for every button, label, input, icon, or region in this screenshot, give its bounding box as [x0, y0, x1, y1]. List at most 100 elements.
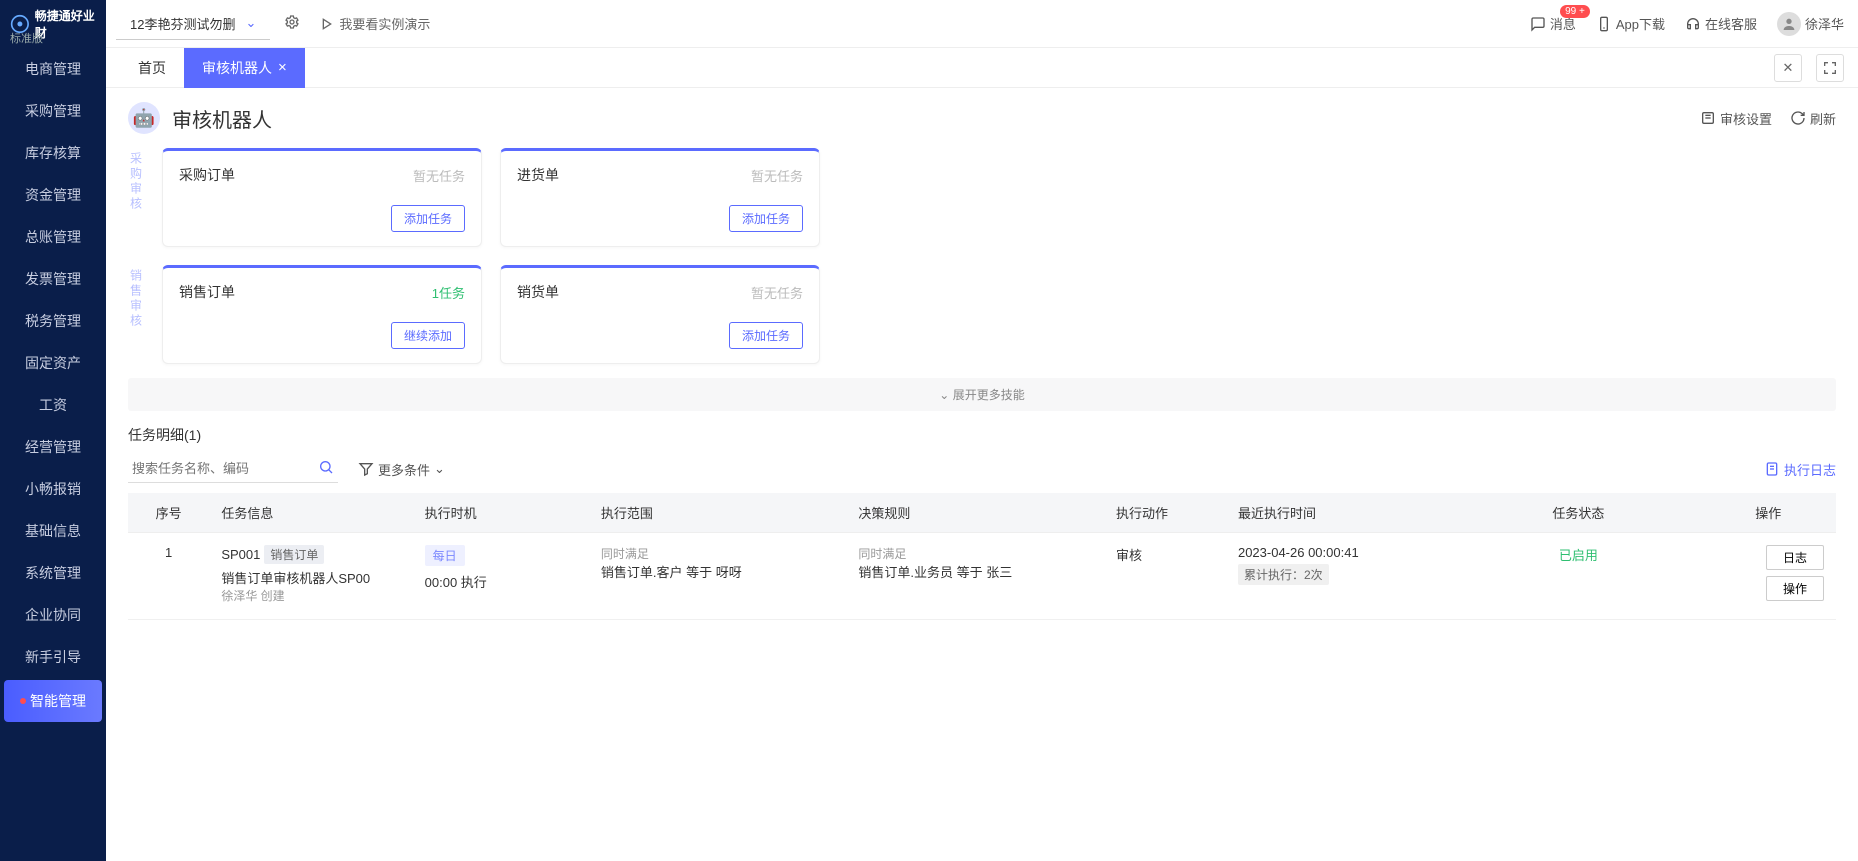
user-name: 徐泽华 [1805, 14, 1844, 33]
refresh-button[interactable]: 刷新 [1790, 109, 1836, 128]
cell-info: SP001销售订单 销售订单审核机器人SP00 徐泽华 创建 [209, 533, 412, 620]
cell-last: 2023-04-26 00:00:41 累计执行：2次 [1226, 533, 1456, 620]
sidebar-item-label: 新手引导 [25, 647, 81, 667]
sidebar-item-system[interactable]: 系统管理 [0, 552, 106, 594]
add-task-button[interactable]: 添加任务 [391, 205, 465, 232]
phone-icon [1596, 16, 1612, 32]
page-title: 审核机器人 [172, 104, 272, 133]
online-support-label: 在线客服 [1705, 14, 1757, 33]
brand-logo: 畅捷通好业财 标准版 [0, 0, 106, 48]
more-filter-label: 更多条件 [378, 460, 430, 479]
card-sales-order: 销售订单 1任务 继续添加 [162, 265, 482, 364]
chevron-down-icon: ⌄ [245, 15, 256, 31]
sidebar-item-tax[interactable]: 税务管理 [0, 300, 106, 342]
messages-badge: 99 + [1560, 5, 1590, 18]
sidebar-item-label: 总账管理 [25, 227, 81, 247]
sidebar-item-ledger[interactable]: 总账管理 [0, 216, 106, 258]
sidebar-item-expense[interactable]: 小畅报销 [0, 468, 106, 510]
sidebar-item-salary[interactable]: 工资 [0, 384, 106, 426]
sidebar-item-label: 税务管理 [25, 311, 81, 331]
scope-rule: 销售订单.客户 等于 呀呀 [601, 562, 835, 581]
app-download-button[interactable]: App下载 [1596, 14, 1665, 33]
sidebar-item-operation[interactable]: 经营管理 [0, 426, 106, 468]
sidebar-item-ai[interactable]: 智能管理 [4, 680, 102, 722]
audit-settings-button[interactable]: 审核设置 [1700, 109, 1772, 128]
search-input[interactable] [128, 455, 338, 483]
brand-edition: 标准版 [10, 30, 43, 46]
close-icon[interactable]: × [278, 59, 287, 76]
robot-icon: 🤖 [128, 102, 160, 134]
user-menu[interactable]: 徐泽华 [1777, 12, 1844, 36]
sidebar-item-invoice[interactable]: 发票管理 [0, 258, 106, 300]
search-icon[interactable] [318, 459, 334, 478]
tab-home[interactable]: 首页 [120, 48, 184, 88]
sidebar-item-label: 基础信息 [25, 521, 81, 541]
gear-icon[interactable] [284, 14, 300, 33]
add-task-button[interactable]: 添加任务 [729, 205, 803, 232]
operate-button[interactable]: 操作 [1766, 576, 1824, 601]
expand-skills-button[interactable]: ⌄ 展开更多技能 [128, 378, 1836, 411]
sidebar: 电商管理 采购管理 库存核算 资金管理 总账管理 发票管理 税务管理 固定资产 … [0, 48, 106, 861]
exec-log-button[interactable]: 执行日志 [1764, 460, 1836, 479]
card-title: 采购订单 [179, 165, 235, 185]
cell-status: 已启用 [1456, 533, 1700, 620]
more-filter-button[interactable]: 更多条件 ⌄ [358, 460, 445, 479]
refresh-label: 刷新 [1810, 109, 1836, 128]
sidebar-item-guide[interactable]: 新手引导 [0, 636, 106, 678]
page-header: 🤖 审核机器人 审核设置 刷新 [106, 88, 1858, 148]
sidebar-item-label: 资金管理 [25, 185, 81, 205]
table-row: 1 SP001销售订单 销售订单审核机器人SP00 徐泽华 创建 每日 00:0… [128, 533, 1836, 620]
demo-label: 我要看实例演示 [339, 14, 430, 33]
page-actions: 审核设置 刷新 [1700, 109, 1836, 128]
online-support-button[interactable]: 在线客服 [1685, 14, 1757, 33]
cell-timing: 每日 00:00 执行 [413, 533, 589, 620]
messages-button[interactable]: 消息 99 + [1530, 14, 1576, 33]
task-type-tag: 销售订单 [264, 545, 324, 564]
fullscreen-button[interactable] [1816, 54, 1844, 82]
continue-add-button[interactable]: 继续添加 [391, 322, 465, 349]
log-button[interactable]: 日志 [1766, 545, 1824, 570]
sidebar-item-fund[interactable]: 资金管理 [0, 174, 106, 216]
col-scope: 执行范围 [589, 493, 847, 533]
card-status: 暂无任务 [413, 166, 465, 185]
card-inbound: 进货单 暂无任务 添加任务 [500, 148, 820, 247]
sidebar-item-label: 经营管理 [25, 437, 81, 457]
task-code: SP001 [221, 547, 260, 562]
rule-detail: 销售订单.业务员 等于 张三 [858, 562, 1092, 581]
close-all-button[interactable]: ✕ [1774, 54, 1802, 82]
tab-audit-robot[interactable]: 审核机器人 × [184, 48, 305, 88]
tabs-bar: 首页 审核机器人 × ✕ [106, 48, 1858, 88]
card-purchase-order: 采购订单 暂无任务 添加任务 [162, 148, 482, 247]
message-icon [1530, 16, 1546, 32]
main-panel: 首页 审核机器人 × ✕ 🤖 审核机器人 审核设置 刷新 [106, 48, 1858, 861]
card-sales-out: 销货单 暂无任务 添加任务 [500, 265, 820, 364]
rule-cond: 同时满足 [858, 545, 1092, 562]
sidebar-item-inventory[interactable]: 库存核算 [0, 132, 106, 174]
sidebar-item-purchase[interactable]: 采购管理 [0, 90, 106, 132]
chevron-down-icon: ⌄ [939, 388, 952, 402]
filter-icon [358, 461, 374, 477]
skill-cards: 采购审核 采购订单 暂无任务 添加任务 进货单 暂无任务 添加任务 [106, 148, 1858, 364]
sidebar-item-label: 工资 [39, 395, 67, 415]
sidebar-item-label: 智能管理 [30, 691, 86, 711]
sidebar-item-asset[interactable]: 固定资产 [0, 342, 106, 384]
play-icon [318, 16, 334, 32]
tenant-selector[interactable]: 12李艳芬测试勿删 ⌄ [116, 8, 270, 40]
table-header-row: 序号 任务信息 执行时机 执行范围 决策规则 执行动作 最近执行时间 任务状态 … [128, 493, 1836, 533]
app-download-label: App下载 [1616, 14, 1665, 33]
scope-cond: 同时满足 [601, 545, 835, 562]
log-icon [1764, 461, 1780, 477]
col-status: 任务状态 [1456, 493, 1700, 533]
task-creator: 徐泽华 创建 [221, 587, 400, 604]
exec-time: 00:00 执行 [425, 572, 577, 591]
sidebar-item-label: 企业协同 [25, 605, 81, 625]
demo-link[interactable]: 我要看实例演示 [318, 14, 430, 33]
freq-tag: 每日 [425, 545, 465, 566]
add-task-button[interactable]: 添加任务 [729, 322, 803, 349]
search-box [128, 455, 338, 483]
group-sales: 销售审核 [128, 265, 144, 364]
avatar-icon [1777, 12, 1801, 36]
sidebar-item-ecommerce[interactable]: 电商管理 [0, 48, 106, 90]
sidebar-item-basic[interactable]: 基础信息 [0, 510, 106, 552]
sidebar-item-coop[interactable]: 企业协同 [0, 594, 106, 636]
